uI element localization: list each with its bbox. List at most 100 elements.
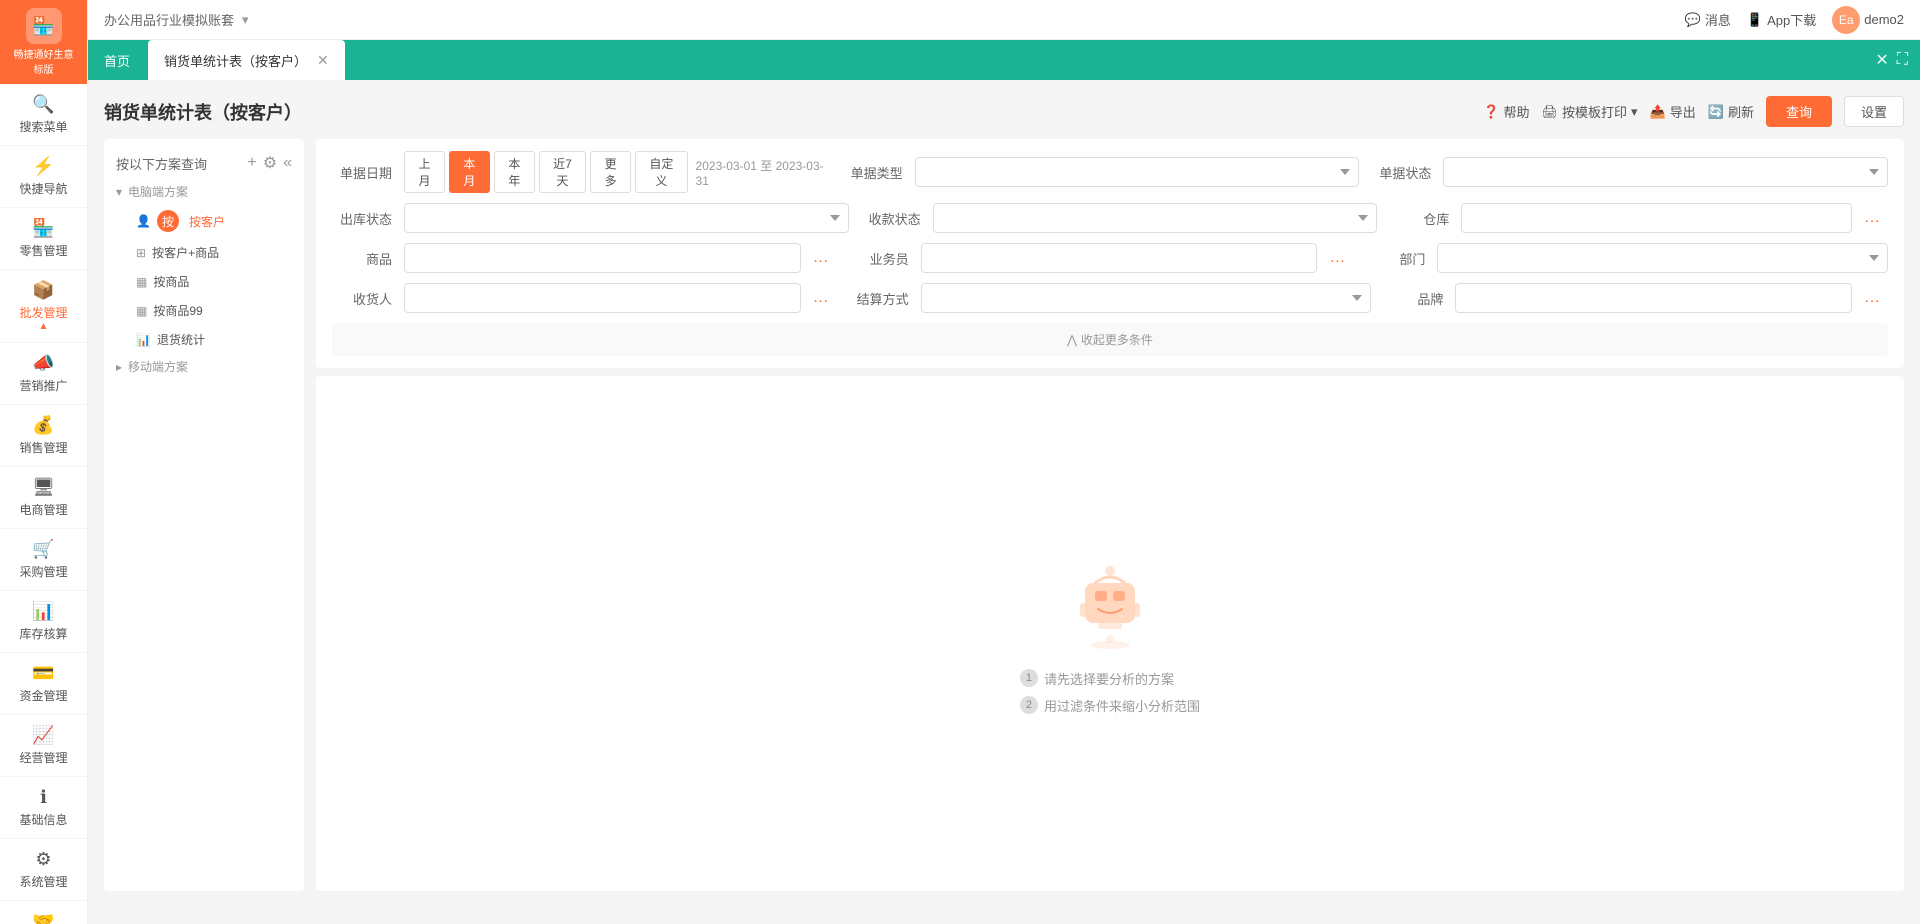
sidebar-item-search[interactable]: 🔍 搜索菜单 xyxy=(0,84,87,146)
collapse-label: 收起更多条件 xyxy=(1081,331,1153,348)
expand-desktop-icon[interactable]: ▾ xyxy=(116,185,122,199)
sidebar-item-label-marketing: 营销推广 xyxy=(19,377,67,394)
system-icon: ⚙ xyxy=(35,849,51,870)
sidebar-item-purchase[interactable]: 🛒 采购管理 xyxy=(0,529,87,591)
brand-dots-btn[interactable]: … xyxy=(1856,289,1888,307)
export-btn[interactable]: 📤 导出 xyxy=(1650,102,1696,121)
stock-status-select[interactable] xyxy=(404,203,849,233)
date-label: 单据日期 xyxy=(332,163,392,182)
tab-home-label: 首页 xyxy=(104,51,130,70)
avatar: Ea xyxy=(1832,6,1860,34)
tree-node-customer-goods[interactable]: ⊞ 按客户+商品 xyxy=(124,238,304,267)
expand-icon[interactable]: ⛶ xyxy=(1897,51,1908,69)
customer-goods-icon: ⊞ xyxy=(136,246,146,260)
warehouse-input[interactable] xyxy=(1461,203,1852,233)
warehouse-dots-btn[interactable]: … xyxy=(1856,209,1888,227)
sidebar-item-finance[interactable]: 💳 资金管理 xyxy=(0,653,87,715)
app-download-btn[interactable]: 📱 App下载 xyxy=(1747,10,1816,29)
right-panel: 单据日期 上月 本月 本年 近7天 更多 自定义 2023-03-01 至 20… xyxy=(316,139,1904,891)
sidebar-item-retail[interactable]: 🏪 零售管理 xyxy=(0,208,87,270)
tab-close-icon[interactable]: ✕ xyxy=(317,52,329,69)
order-status-select[interactable] xyxy=(1443,157,1888,187)
tree-node-by-goods99[interactable]: ▦ 按商品99 xyxy=(124,296,304,325)
sidebar-item-quicknav[interactable]: ⚡ 快捷导航 xyxy=(0,146,87,208)
sidebar-item-label-sales: 销售管理 xyxy=(19,439,67,456)
collab-icon: 🤝 xyxy=(32,911,54,924)
sidebar-item-label-purchase: 采购管理 xyxy=(19,563,67,580)
print-label: 按模板打印 xyxy=(1562,102,1627,121)
collapse-panel-icon[interactable]: « xyxy=(283,154,292,172)
expand-mobile-icon[interactable]: ▸ xyxy=(116,360,122,374)
receiver-dots-btn[interactable]: … xyxy=(805,289,837,307)
tab-sales-stat[interactable]: 销货单统计表（按客户） ✕ xyxy=(148,40,345,80)
date-btn-custom[interactable]: 自定义 xyxy=(635,151,687,193)
wholesale-arrow-icon: ▲ xyxy=(39,321,49,332)
payment-status-select[interactable] xyxy=(933,203,1378,233)
department-select[interactable] xyxy=(1437,243,1888,273)
query-button[interactable]: 查询 xyxy=(1766,96,1832,127)
settlement-select[interactable] xyxy=(921,283,1372,313)
order-type-select[interactable] xyxy=(915,157,1360,187)
tip-2-label: 用过滤条件来缩小分析范围 xyxy=(1044,696,1200,715)
user-profile-btn[interactable]: Ea demo2 xyxy=(1832,6,1904,34)
sidebar-item-sales[interactable]: 💰 销售管理 xyxy=(0,405,87,467)
empty-illustration xyxy=(1060,553,1160,653)
help-icon: ❓ xyxy=(1483,104,1499,120)
goods-dots-btn[interactable]: … xyxy=(805,249,837,267)
settings-scheme-icon[interactable]: ⚙ xyxy=(263,153,277,173)
left-panel-actions: + ⚙ « xyxy=(247,153,292,173)
date-btn-more[interactable]: 更多 xyxy=(590,151,631,193)
customer-goods-label: 按客户+商品 xyxy=(152,244,219,261)
sales-icon: 💰 xyxy=(32,415,54,436)
tree-node-by-goods[interactable]: ▦ 按商品 xyxy=(124,267,304,296)
message-icon: 💬 xyxy=(1685,12,1701,28)
topbar-right: 💬 消息 📱 App下载 Ea demo2 xyxy=(1685,6,1904,34)
settings-button[interactable]: 设置 xyxy=(1844,96,1904,127)
app-selector-label: 办公用品行业模拟账套 xyxy=(104,10,234,29)
sidebar-item-inventory[interactable]: 📊 库存核算 xyxy=(0,591,87,653)
tree-node-return-stats[interactable]: 📊 退货统计 xyxy=(124,325,304,354)
inventory-icon: 📊 xyxy=(32,601,54,622)
receiver-input[interactable] xyxy=(404,283,801,313)
print-btn[interactable]: 🖨 按模板打印 ▾ xyxy=(1542,102,1638,121)
salesperson-dots-btn[interactable]: … xyxy=(1321,249,1353,267)
date-btn-lastmonth[interactable]: 上月 xyxy=(404,151,445,193)
collapse-filter-btn[interactable]: ⋀ 收起更多条件 xyxy=(332,323,1888,356)
wholesale-icon: 📦 xyxy=(32,280,54,301)
goods-label: 按商品 xyxy=(153,273,189,290)
sidebar-item-basicinfo[interactable]: ℹ 基础信息 xyxy=(0,777,87,839)
help-btn[interactable]: ❓ 帮助 xyxy=(1483,102,1529,121)
receiver-label: 收货人 xyxy=(332,289,392,308)
goods-input[interactable] xyxy=(404,243,801,273)
sidebar-item-system[interactable]: ⚙ 系统管理 xyxy=(0,839,87,901)
sidebar-item-collab[interactable]: 🤝 企业协同 xyxy=(0,901,87,924)
sidebar-item-label-inventory: 库存核算 xyxy=(19,625,67,642)
logo-icon: 🏪 xyxy=(26,8,62,44)
tabbar: 首页 销货单统计表（按客户） ✕ ✕ ⛶ xyxy=(88,40,1920,80)
message-btn[interactable]: 💬 消息 xyxy=(1685,10,1731,29)
add-scheme-icon[interactable]: + xyxy=(247,154,256,172)
salesperson-input[interactable] xyxy=(921,243,1318,273)
sidebar-item-ecommerce[interactable]: 🖥 电商管理 xyxy=(0,467,87,529)
date-btn-thismonth[interactable]: 本月 xyxy=(449,151,490,193)
date-btn-thisyear[interactable]: 本年 xyxy=(494,151,535,193)
goods-group: … xyxy=(404,243,837,273)
sidebar-item-marketing[interactable]: 📣 营销推广 xyxy=(0,343,87,405)
close-all-icon[interactable]: ✕ xyxy=(1875,50,1888,70)
sidebar-item-label-retail: 零售管理 xyxy=(19,242,67,259)
mobile-section-label: 移动端方案 xyxy=(128,358,188,375)
app-selector-arrow[interactable]: ▾ xyxy=(242,12,249,28)
tip-1-label: 请先选择要分析的方案 xyxy=(1044,669,1174,688)
tab-home[interactable]: 首页 xyxy=(88,40,146,80)
left-panel-header: 按以下方案查询 + ⚙ « xyxy=(104,147,304,179)
date-btn-7days[interactable]: 近7天 xyxy=(539,151,586,193)
sidebar-item-wholesale[interactable]: 📦 批发管理 ▲ xyxy=(0,270,87,343)
left-panel-title: 按以下方案查询 xyxy=(116,154,207,173)
sidebar-item-operations[interactable]: 📈 经营管理 xyxy=(0,715,87,777)
empty-tips: 1 请先选择要分析的方案 2 用过滤条件来缩小分析范围 xyxy=(1020,669,1200,715)
sidebar-item-label-basicinfo: 基础信息 xyxy=(19,811,67,828)
refresh-btn[interactable]: 🔄 刷新 xyxy=(1708,102,1754,121)
brand-input[interactable] xyxy=(1455,283,1852,313)
topbar: 办公用品行业模拟账套 ▾ 💬 消息 📱 App下载 Ea demo2 xyxy=(88,0,1920,40)
tree-node-by-customer[interactable]: 👤 按 按客户 xyxy=(124,204,304,238)
